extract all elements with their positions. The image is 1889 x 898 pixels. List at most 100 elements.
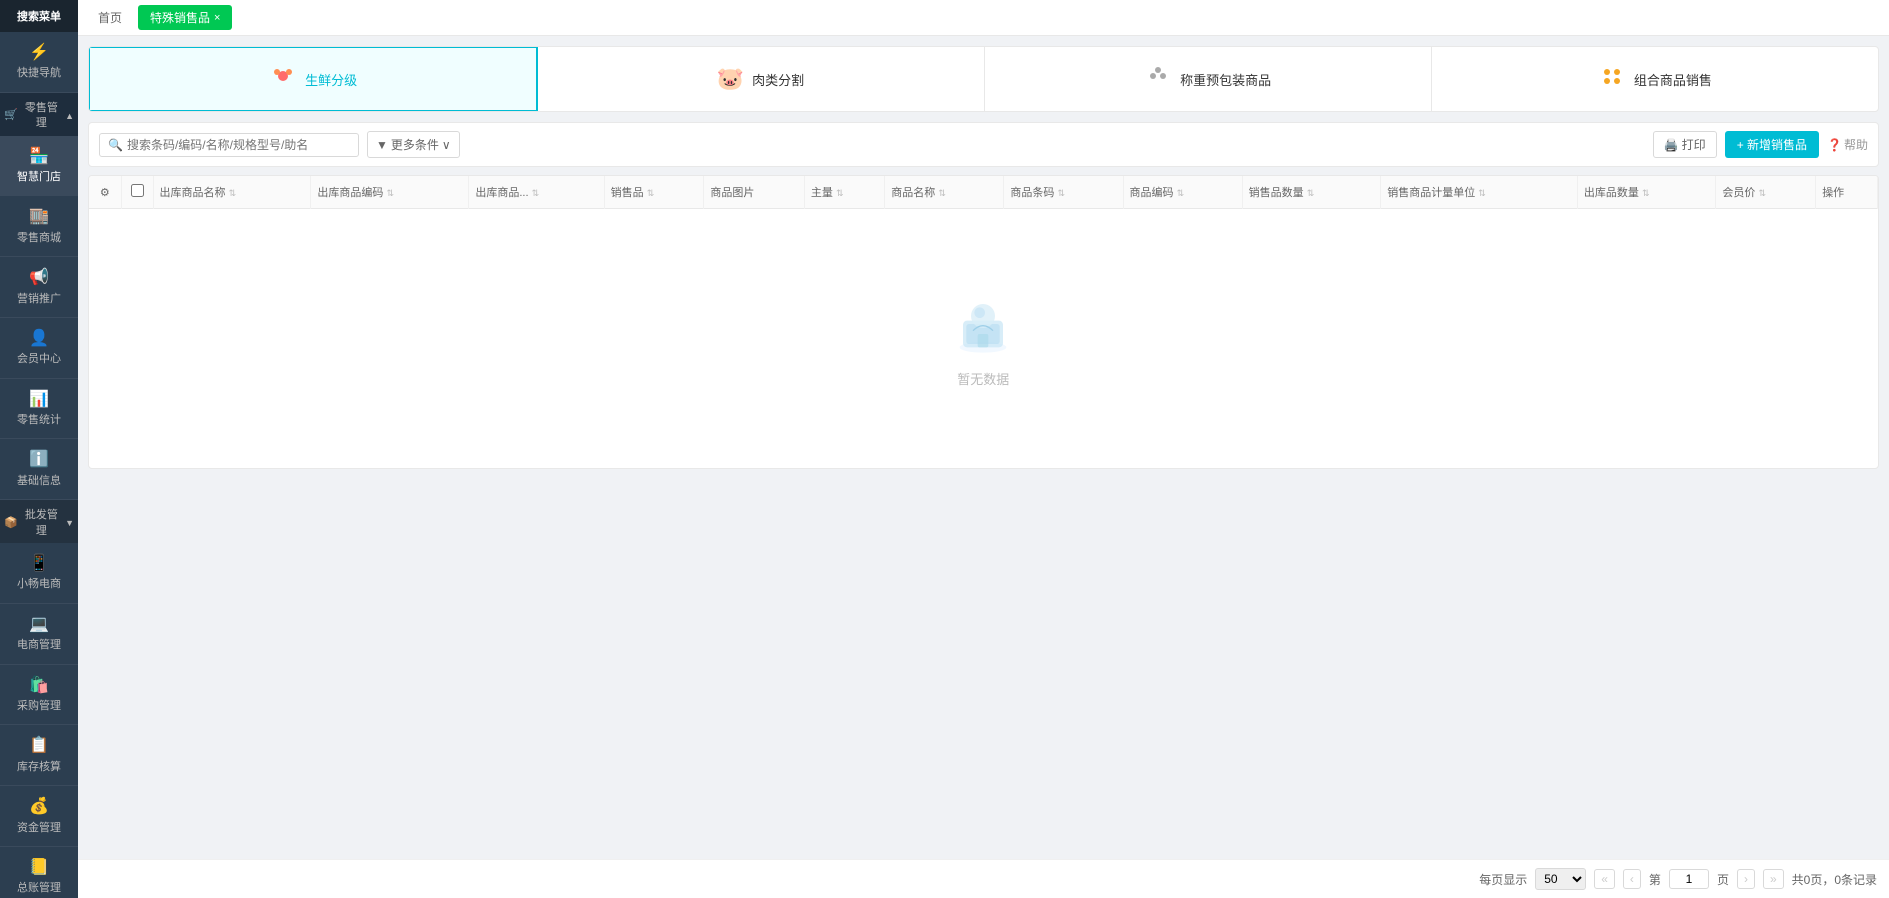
fresh-grade-icon	[269, 62, 297, 96]
toolbar: 🔍 ▼ 更多条件 ∨ 🖨️ 打印 + 新增销售品 ❓ 帮助	[88, 122, 1879, 167]
table-header-row: ⚙ 出库商品名称 ⇅ 出库商品编码 ⇅	[89, 176, 1878, 209]
sidebar-item-retail-mgmt[interactable]: 🛒 零售管理 ▲	[0, 93, 78, 136]
cat-tab-combo-sales[interactable]: 组合商品销售	[1432, 47, 1878, 111]
col-item-name: 商品名称 ⇅	[885, 176, 1004, 209]
col-out-name: 出库商品名称 ⇅	[153, 176, 311, 209]
sidebar: 搜索菜单 ⚡ 快捷导航 🛒 零售管理 ▲ 🏪 智慧门店 🏬 零售商城 📢 营销推…	[0, 0, 78, 898]
print-icon: 🖨️	[1664, 138, 1679, 152]
empty-row: 暂无数据	[89, 209, 1878, 469]
help-icon: ❓	[1827, 138, 1842, 152]
sidebar-item-basic-info[interactable]: ℹ️ 基础信息	[0, 439, 78, 500]
sort-item-name-icon[interactable]: ⇅	[938, 188, 946, 198]
col-sales-qty: 销售品数量 ⇅	[1242, 176, 1381, 209]
cat-tab-weigh-pack[interactable]: 称重预包装商品	[985, 47, 1432, 111]
col-checkbox[interactable]	[121, 176, 153, 209]
filter-icon: ▼	[376, 138, 388, 152]
sort-out-code-icon[interactable]: ⇅	[386, 188, 394, 198]
mini-shop-icon: 📱	[4, 553, 74, 575]
smart-store-icon: 🏪	[4, 146, 74, 168]
active-tab[interactable]: 特殊销售品 ×	[138, 5, 232, 30]
page-suffix: 页	[1717, 871, 1729, 888]
page-input[interactable]	[1669, 869, 1709, 889]
ecommerce-mgmt-icon: 💻	[4, 614, 74, 636]
sort-out-spec-icon[interactable]: ⇅	[532, 188, 540, 198]
sort-item-code-icon[interactable]: ⇅	[1177, 188, 1185, 198]
quick-nav-icon: ⚡	[4, 42, 74, 64]
search-icon: 🔍	[108, 138, 123, 152]
sidebar-item-retail-mall[interactable]: 🏬 零售商城	[0, 196, 78, 257]
sidebar-item-mini-shop[interactable]: 📱 小畅电商	[0, 543, 78, 604]
total-label: 共0页，0条记录	[1792, 871, 1877, 888]
tab-close-icon[interactable]: ×	[214, 12, 220, 24]
sort-sales-qty-icon[interactable]: ⇅	[1307, 188, 1315, 198]
sidebar-item-purchase-mgmt[interactable]: 🛍️ 采购管理	[0, 665, 78, 726]
help-button[interactable]: ❓ 帮助	[1827, 136, 1868, 153]
home-tab[interactable]: 首页	[90, 5, 130, 30]
col-item-img: 商品图片	[704, 176, 804, 209]
col-item-code: 商品编码 ⇅	[1123, 176, 1242, 209]
page-label: 第	[1649, 871, 1661, 888]
sidebar-item-ecommerce-mgmt[interactable]: 💻 电商管理	[0, 604, 78, 665]
sidebar-item-ledger-mgmt[interactable]: 📒 总账管理	[0, 847, 78, 898]
print-button[interactable]: 🖨️ 打印	[1653, 131, 1717, 158]
sidebar-item-member-center[interactable]: 👤 会员中心	[0, 318, 78, 379]
retail-mgmt-icon: 🛒	[4, 108, 18, 123]
wholesale-mgmt-icon: 📦	[4, 516, 18, 531]
page-content: 生鲜分级 🐷 肉类分割 称重预包装商品	[78, 36, 1889, 859]
sidebar-item-retail-stats[interactable]: 📊 零售统计	[0, 379, 78, 440]
prev-page-button[interactable]: ‹	[1623, 869, 1641, 889]
empty-text: 暂无数据	[957, 369, 1009, 388]
search-box[interactable]: 🔍	[99, 133, 359, 157]
sort-out-qty-icon[interactable]: ⇅	[1642, 188, 1650, 198]
col-settings[interactable]: ⚙	[89, 176, 121, 209]
finance-mgmt-icon: 💰	[4, 796, 74, 818]
select-all-checkbox[interactable]	[131, 184, 144, 197]
sidebar-item-quick-nav[interactable]: ⚡ 快捷导航	[0, 32, 78, 93]
per-page-label: 每页显示	[1479, 871, 1527, 888]
add-button[interactable]: + 新增销售品	[1725, 131, 1819, 158]
cat-tab-fresh-grade[interactable]: 生鲜分级	[88, 46, 538, 112]
retail-mall-icon: 🏬	[4, 206, 74, 228]
sidebar-item-sales-promo[interactable]: 📢 营销推广	[0, 257, 78, 318]
col-action: 操作	[1816, 176, 1878, 209]
main-content: 首页 特殊销售品 × 生鲜分级 🐷 肉类分割	[78, 0, 1889, 898]
col-out-qty: 出库品数量 ⇅	[1577, 176, 1716, 209]
next-page-button[interactable]: ›	[1737, 869, 1755, 889]
ledger-mgmt-icon: 📒	[4, 857, 74, 879]
last-page-button[interactable]: »	[1763, 869, 1784, 889]
table-container: ⚙ 出库商品名称 ⇅ 出库商品编码 ⇅	[88, 175, 1879, 469]
data-table: ⚙ 出库商品名称 ⇅ 出库商品编码 ⇅	[89, 176, 1878, 468]
basic-info-icon: ℹ️	[4, 449, 74, 471]
sidebar-item-smart-store[interactable]: 🏪 智慧门店	[0, 136, 78, 197]
sort-member-price-icon[interactable]: ⇅	[1758, 188, 1766, 198]
purchase-mgmt-icon: 🛍️	[4, 675, 74, 697]
col-sales-item: 销售品 ⇅	[604, 176, 704, 209]
combo-sales-icon	[1598, 62, 1626, 96]
first-page-button[interactable]: «	[1594, 869, 1615, 889]
empty-state: 暂无数据	[89, 209, 1878, 468]
pagination-bar: 每页显示 10 20 50 100 « ‹ 第 页 › » 共0页，0条记录	[78, 859, 1889, 898]
sort-sales-unit-icon[interactable]: ⇅	[1478, 188, 1486, 198]
inventory-calc-icon: 📋	[4, 735, 74, 757]
sidebar-item-inventory-calc[interactable]: 📋 库存核算	[0, 725, 78, 786]
wholesale-chevron: ▼	[65, 517, 74, 530]
empty-illustration	[943, 289, 1023, 359]
table-body: 暂无数据	[89, 209, 1878, 469]
per-page-select[interactable]: 10 20 50 100	[1535, 868, 1586, 890]
col-main-weight: 主量 ⇅	[804, 176, 884, 209]
settings-col-icon: ⚙	[100, 187, 110, 199]
sidebar-item-finance-mgmt[interactable]: 💰 资金管理	[0, 786, 78, 847]
weigh-pack-icon	[1144, 62, 1172, 96]
sort-sales-item-icon[interactable]: ⇅	[647, 188, 655, 198]
topbar: 首页 特殊销售品 ×	[78, 0, 1889, 36]
cat-tab-meat-cut[interactable]: 🐷 肉类分割	[537, 47, 984, 111]
col-item-barcode: 商品条码 ⇅	[1004, 176, 1123, 209]
filter-button[interactable]: ▼ 更多条件 ∨	[367, 131, 460, 158]
sort-out-name-icon[interactable]: ⇅	[229, 188, 237, 198]
sort-main-weight-icon[interactable]: ⇅	[836, 188, 844, 198]
col-member-price: 会员价 ⇅	[1716, 176, 1816, 209]
search-input[interactable]	[127, 138, 350, 152]
sidebar-item-wholesale-mgmt[interactable]: 📦 批发管理 ▼	[0, 500, 78, 543]
sidebar-logo[interactable]: 搜索菜单	[0, 0, 78, 32]
sort-item-barcode-icon[interactable]: ⇅	[1057, 188, 1065, 198]
